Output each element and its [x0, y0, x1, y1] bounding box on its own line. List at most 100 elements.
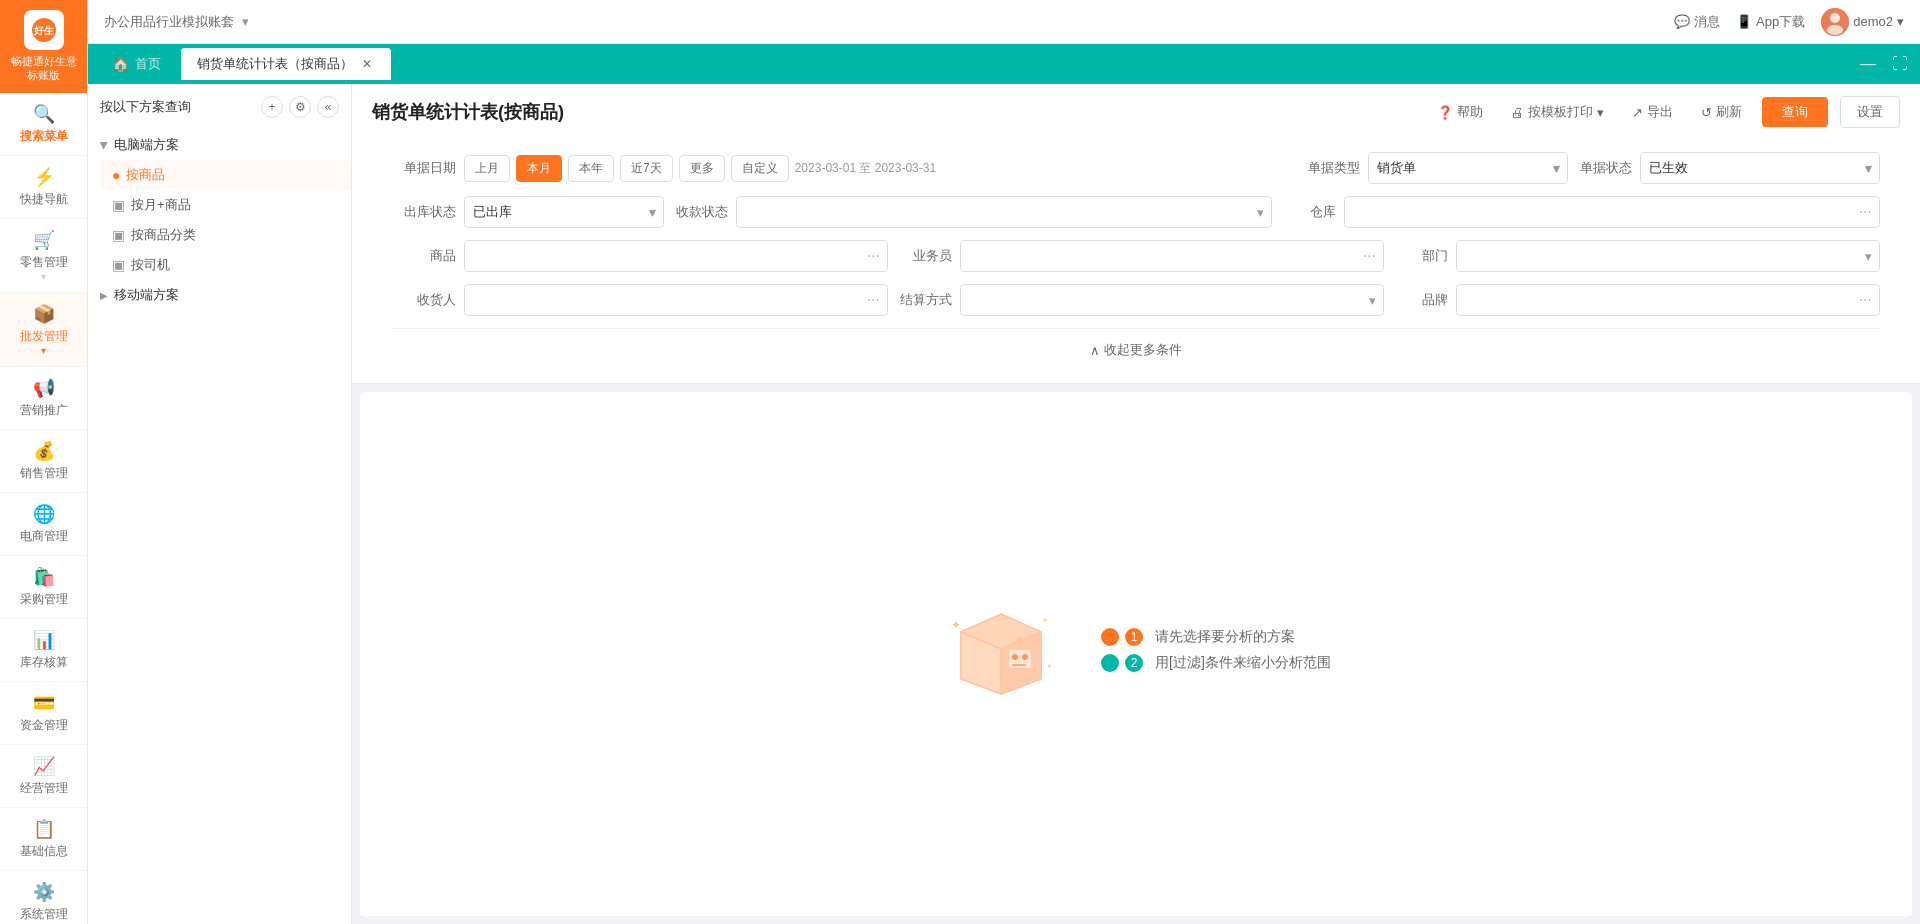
app-download-btn[interactable]: 📱 App下载: [1736, 13, 1805, 31]
sidebar-item-label: 销售管理: [20, 465, 68, 482]
sidebar-item-wholesale[interactable]: 📦 批发管理 ▾: [0, 293, 87, 367]
operations-icon: 📈: [33, 755, 55, 777]
receipt-status-input[interactable]: [736, 196, 1272, 228]
empty-text: 1 请先选择要分析的方案 2 用[过滤]条件来缩小分析范围: [1101, 628, 1331, 680]
help-label: 帮助: [1457, 103, 1483, 121]
receiver-input[interactable]: [464, 284, 888, 316]
svg-point-3: [1830, 13, 1840, 23]
template-print-label: 按模板打印: [1528, 103, 1593, 121]
date-btn-more[interactable]: 更多: [679, 155, 725, 182]
minimize-btn[interactable]: —: [1856, 52, 1880, 76]
wholesale-icon: 📦: [33, 303, 55, 325]
out-status-select-wrapper: ▾: [464, 196, 664, 228]
filter-row-2: 出库状态 ▾ 收款状态 ▾: [392, 196, 1880, 228]
app-name: 畅捷通好生意 标账版: [11, 54, 77, 83]
warehouse-label: 仓库: [1272, 203, 1344, 221]
print-icon: 🖨: [1511, 105, 1524, 120]
collapse-btn[interactable]: ∧ 收起更多条件: [1078, 337, 1194, 363]
sidebar-item-retail[interactable]: 🛒 零售管理 ▾: [0, 219, 87, 293]
tab-close-btn[interactable]: ✕: [359, 56, 375, 72]
tree-child-by-month-product[interactable]: ▣ 按月+商品: [100, 190, 351, 220]
sidebar-item-system[interactable]: ⚙️ 系统管理: [0, 871, 87, 924]
doc-type-input[interactable]: [1368, 152, 1568, 184]
tree-child-by-product[interactable]: ● 按商品: [100, 160, 351, 190]
sidebar-item-ecommerce[interactable]: 🌐 电商管理: [0, 493, 87, 556]
date-btn-this-year[interactable]: 本年: [568, 155, 614, 182]
settings-scheme-btn[interactable]: ⚙: [289, 96, 311, 118]
top-header: 办公用品行业模拟账套 ▾ 💬 消息 📱 App下载 de: [88, 0, 1920, 44]
message-btn[interactable]: 💬 消息: [1674, 13, 1720, 31]
doc-status-input[interactable]: [1640, 152, 1880, 184]
goods-input[interactable]: [464, 240, 888, 272]
settings-btn[interactable]: 设置: [1840, 96, 1900, 128]
maximize-btn[interactable]: ⛶: [1888, 52, 1912, 76]
user-menu[interactable]: demo2 ▾: [1821, 8, 1904, 36]
sidebar-item-inventory[interactable]: 📊 库存核算: [0, 619, 87, 682]
refresh-btn[interactable]: ↺ 刷新: [1693, 99, 1750, 125]
by-product-icon: ●: [112, 167, 120, 183]
settlement-input[interactable]: [960, 284, 1384, 316]
out-status-input[interactable]: [464, 196, 664, 228]
sidebar-item-label: 库存核算: [20, 654, 68, 671]
salesman-input[interactable]: [960, 240, 1384, 272]
tree-child-by-category[interactable]: ▣ 按商品分类: [100, 220, 351, 250]
date-btn-7days[interactable]: 近7天: [620, 155, 673, 182]
hint2-text: 用[过滤]条件来缩小分析范围: [1155, 654, 1331, 672]
tab-report[interactable]: 销货单统计计表（按商品） ✕: [181, 48, 391, 80]
desktop-children: ● 按商品 ▣ 按月+商品 ▣ 按商品分类 ▣ 按司机: [88, 160, 351, 280]
date-label: 单据日期: [392, 159, 464, 177]
left-panel: 按以下方案查询 + ⚙ « ▶ 电脑端方案 ● 按商品: [88, 84, 352, 924]
avatar: [1821, 8, 1849, 36]
quicknav-icon: ⚡: [33, 166, 55, 188]
goods-control: ···: [464, 240, 888, 272]
sidebar: 好生 畅捷通好生意 标账版 🔍 搜索菜单 ⚡ 快捷导航 🛒 零售管理 ▾ 📦 批…: [0, 0, 88, 924]
tree-child-by-machine[interactable]: ▣ 按司机: [100, 250, 351, 280]
date-btn-last-month[interactable]: 上月: [464, 155, 510, 182]
mobile-arrow: ▶: [100, 290, 108, 301]
brand-label: 品牌: [1384, 291, 1456, 309]
hint2-num: 2: [1125, 654, 1143, 672]
add-scheme-btn[interactable]: +: [261, 96, 283, 118]
hint1-text: 请先选择要分析的方案: [1155, 628, 1295, 646]
message-icon: 💬: [1674, 14, 1690, 29]
dept-label: 部门: [1384, 247, 1456, 265]
tab-home[interactable]: 🏠 首页: [96, 48, 177, 80]
template-print-btn[interactable]: 🖨 按模板打印 ▾: [1503, 99, 1612, 125]
dropdown-arrow[interactable]: ▾: [242, 14, 249, 29]
settlement-control: ▾: [960, 284, 1384, 316]
collapse-panel-btn[interactable]: «: [317, 96, 339, 118]
sidebar-item-purchase[interactable]: 🛍️ 采购管理: [0, 556, 87, 619]
tree-mobile[interactable]: ▶ 移动端方案: [88, 280, 351, 310]
main-area: 办公用品行业模拟账套 ▾ 💬 消息 📱 App下载 de: [88, 0, 1920, 924]
user-dropdown-arrow: ▾: [1897, 14, 1904, 29]
inventory-icon: 📊: [33, 629, 55, 651]
tab-report-label: 销货单统计计表（按商品）: [197, 55, 353, 73]
industry-label: 办公用品行业模拟账套: [104, 13, 234, 31]
tree-desktop[interactable]: ▶ 电脑端方案: [88, 130, 351, 160]
doc-type-select-wrapper: ▾: [1368, 152, 1568, 184]
sidebar-item-marketing[interactable]: 📢 营销推广: [0, 367, 87, 430]
date-btn-custom[interactable]: 自定义: [731, 155, 789, 182]
content-area: 按以下方案查询 + ⚙ « ▶ 电脑端方案 ● 按商品: [88, 84, 1920, 924]
goods-label: 商品: [392, 247, 464, 265]
left-panel-actions: + ⚙ «: [261, 96, 339, 118]
sidebar-item-search[interactable]: 🔍 搜索菜单: [0, 93, 87, 156]
export-btn[interactable]: ↗ 导出: [1624, 99, 1681, 125]
sidebar-item-quicknav[interactable]: ⚡ 快捷导航: [0, 156, 87, 219]
query-btn[interactable]: 查询: [1762, 97, 1828, 127]
date-btn-this-month[interactable]: 本月: [516, 155, 562, 182]
help-btn[interactable]: ❓ 帮助: [1429, 99, 1491, 125]
sidebar-item-sales[interactable]: 💰 销售管理: [0, 430, 87, 493]
dept-input[interactable]: [1456, 240, 1880, 272]
by-machine-icon: ▣: [112, 257, 125, 273]
svg-point-10: [1012, 654, 1018, 660]
sidebar-item-label: 系统管理: [20, 906, 68, 923]
brand-input[interactable]: [1456, 284, 1880, 316]
finance-icon: 💳: [33, 692, 55, 714]
sidebar-item-finance[interactable]: 💳 资金管理: [0, 682, 87, 745]
sidebar-item-basic[interactable]: 📋 基础信息: [0, 808, 87, 871]
sidebar-item-label: 零售管理: [20, 254, 68, 271]
warehouse-input[interactable]: [1344, 196, 1880, 228]
sidebar-item-operations[interactable]: 📈 经营管理: [0, 745, 87, 808]
purchase-icon: 🛍️: [33, 566, 55, 588]
